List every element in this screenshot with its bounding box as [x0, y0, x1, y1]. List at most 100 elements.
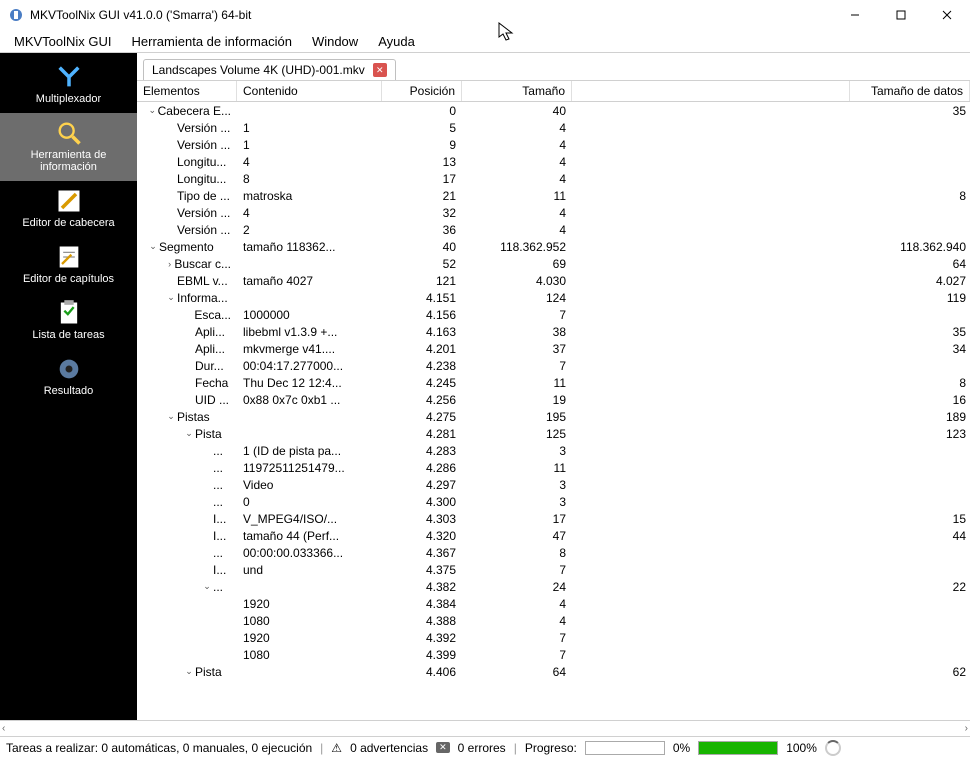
- expander-icon[interactable]: ⌄: [147, 241, 159, 252]
- col-contenido[interactable]: Contenido: [237, 81, 382, 101]
- window-title: MKVToolNix GUI v41.0.0 ('Smarra') 64-bit: [30, 8, 832, 22]
- cell-content: und: [237, 563, 382, 577]
- table-row[interactable]: FechaThu Dec 12 12:4...4.245118: [137, 374, 970, 391]
- minimize-button[interactable]: [832, 0, 878, 30]
- table-row[interactable]: EBML v...tamaño 40271214.0304.027: [137, 272, 970, 289]
- table-row[interactable]: ⌄Segmentotamaño 118362...40118.362.95211…: [137, 238, 970, 255]
- close-button[interactable]: [924, 0, 970, 30]
- cell-content: 1080: [237, 648, 382, 662]
- table-row[interactable]: ⌄Pistas4.275195189: [137, 408, 970, 425]
- col-tamano-datos[interactable]: Tamaño de datos: [850, 81, 970, 101]
- cell-data-size: 123: [850, 427, 970, 441]
- table-row[interactable]: Esca...10000004.1567: [137, 306, 970, 323]
- table-row[interactable]: I...V_MPEG4/ISO/...4.3031715: [137, 510, 970, 527]
- scroll-right-icon[interactable]: ›: [965, 723, 968, 734]
- table-row[interactable]: ⌄Pista4.4066462: [137, 663, 970, 680]
- sidebar-item-info[interactable]: Herramienta de información: [0, 113, 137, 181]
- tab-close-icon[interactable]: ✕: [373, 63, 387, 77]
- tree-rows: ⌄Cabecera E...04035Versión ...154Versión…: [137, 102, 970, 680]
- menu-info-tool[interactable]: Herramienta de información: [122, 32, 302, 51]
- expander-icon[interactable]: ›: [165, 259, 174, 269]
- elem-label: I...: [213, 529, 226, 543]
- table-row[interactable]: ...11972511251479...4.28611: [137, 459, 970, 476]
- elem-label: Versión ...: [177, 223, 230, 237]
- cell-size: 118.362.952: [462, 240, 572, 254]
- cell-size: 4: [462, 155, 572, 169]
- cell-size: 11: [462, 376, 572, 390]
- statusbar: Tareas a realizar: 0 automáticas, 0 manu…: [0, 736, 970, 758]
- status-errors[interactable]: 0 errores: [458, 741, 506, 755]
- menu-window[interactable]: Window: [302, 32, 368, 51]
- menu-mkvtoolnix[interactable]: MKVToolNix GUI: [4, 32, 122, 51]
- cell-data-size: 16: [850, 393, 970, 407]
- menu-help[interactable]: Ayuda: [368, 32, 425, 51]
- elem-label: Apli...: [195, 325, 225, 339]
- cell-size: 4.030: [462, 274, 572, 288]
- cell-content: 1000000: [237, 308, 382, 322]
- sidebar-item-multiplexer[interactable]: Multiplexador: [0, 57, 137, 113]
- cell-content: libebml v1.3.9 +...: [237, 325, 382, 339]
- col-elementos[interactable]: Elementos: [137, 81, 237, 101]
- cell-content: 1: [237, 121, 382, 135]
- expander-icon[interactable]: ⌄: [201, 581, 213, 592]
- table-row[interactable]: Versión ...4324: [137, 204, 970, 221]
- cell-data-size: 119: [850, 291, 970, 305]
- table-row[interactable]: Dur...00:04:17.277000...4.2387: [137, 357, 970, 374]
- cell-position: 4.375: [382, 563, 462, 577]
- table-row[interactable]: I...und4.3757: [137, 561, 970, 578]
- table-row[interactable]: Versión ...194: [137, 136, 970, 153]
- table-row[interactable]: ...04.3003: [137, 493, 970, 510]
- table-row[interactable]: Longitu...8174: [137, 170, 970, 187]
- table-row[interactable]: Tipo de ...matroska21118: [137, 187, 970, 204]
- table-row[interactable]: 10804.3884: [137, 612, 970, 629]
- maximize-button[interactable]: [878, 0, 924, 30]
- cell-data-size: 189: [850, 410, 970, 424]
- edit-icon: [55, 187, 83, 215]
- cell-size: 7: [462, 308, 572, 322]
- table-row[interactable]: Longitu...4134: [137, 153, 970, 170]
- elem-label: I...: [213, 512, 226, 526]
- expander-icon[interactable]: ⌄: [165, 292, 177, 303]
- cell-content: 1 (ID de pista pa...: [237, 444, 382, 458]
- sidebar-item-label: Multiplexador: [4, 93, 133, 105]
- table-row[interactable]: Apli...mkvmerge v41....4.2013734: [137, 340, 970, 357]
- elem-label: ...: [213, 495, 223, 509]
- cell-content: 1080: [237, 614, 382, 628]
- tree-view[interactable]: Elementos Contenido Posición Tamaño Tama…: [137, 81, 970, 720]
- sidebar-item-label: Editor de cabecera: [4, 217, 133, 229]
- expander-icon[interactable]: ⌄: [183, 428, 195, 439]
- table-row[interactable]: ⌄...4.3822422: [137, 578, 970, 595]
- sidebar-item-output[interactable]: Resultado: [0, 349, 137, 405]
- expander-icon[interactable]: ⌄: [183, 666, 195, 677]
- scroll-left-icon[interactable]: ‹: [2, 723, 5, 734]
- horizontal-scrollbar[interactable]: ‹ ›: [0, 720, 970, 736]
- tab-file[interactable]: Landscapes Volume 4K (UHD)-001.mkv ✕: [143, 59, 396, 80]
- cell-position: 4.388: [382, 614, 462, 628]
- col-posicion[interactable]: Posición: [382, 81, 462, 101]
- table-row[interactable]: ›Buscar c...526964: [137, 255, 970, 272]
- status-warnings[interactable]: 0 advertencias: [350, 741, 428, 755]
- table-row[interactable]: ...00:00:00.033366...4.3678: [137, 544, 970, 561]
- cell-size: 4: [462, 223, 572, 237]
- table-row[interactable]: ...1 (ID de pista pa...4.2833: [137, 442, 970, 459]
- col-tamano[interactable]: Tamaño: [462, 81, 572, 101]
- table-row[interactable]: 10804.3997: [137, 646, 970, 663]
- sidebar-item-header-editor[interactable]: Editor de cabecera: [0, 181, 137, 237]
- table-row[interactable]: 19204.3927: [137, 629, 970, 646]
- expander-icon[interactable]: ⌄: [147, 105, 158, 116]
- table-row[interactable]: ⌄Cabecera E...04035: [137, 102, 970, 119]
- table-row[interactable]: ...Video4.2973: [137, 476, 970, 493]
- table-row[interactable]: ⌄Pista4.281125123: [137, 425, 970, 442]
- table-row[interactable]: 19204.3844: [137, 595, 970, 612]
- expander-icon[interactable]: ⌄: [165, 411, 177, 422]
- sidebar-item-chapter-editor[interactable]: Editor de capítulos: [0, 237, 137, 293]
- sidebar-item-job-queue[interactable]: Lista de tareas: [0, 293, 137, 349]
- table-row[interactable]: Versión ...2364: [137, 221, 970, 238]
- error-icon: ✕: [436, 742, 450, 753]
- table-row[interactable]: UID ...0x88 0x7c 0xb1 ...4.2561916: [137, 391, 970, 408]
- cell-size: 4: [462, 206, 572, 220]
- table-row[interactable]: I...tamaño 44 (Perf...4.3204744: [137, 527, 970, 544]
- table-row[interactable]: ⌄Informa...4.151124119: [137, 289, 970, 306]
- table-row[interactable]: Versión ...154: [137, 119, 970, 136]
- table-row[interactable]: Apli...libebml v1.3.9 +...4.1633835: [137, 323, 970, 340]
